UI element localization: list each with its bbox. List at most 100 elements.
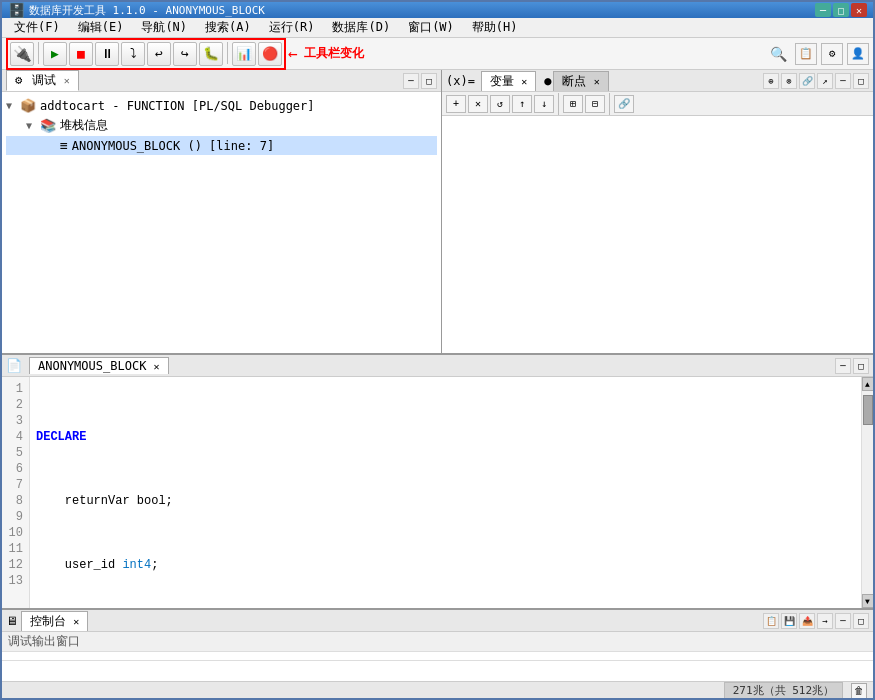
debug-panel-maximize[interactable]: □ [421,73,437,89]
code-line-2: returnVar bool; [36,493,855,509]
code-panel-minimize[interactable]: ─ [835,358,851,374]
tree-frame-item[interactable]: ≡ ANONYMOUS_BLOCK () [line: 7] [6,136,437,155]
toolbar-settings-btn[interactable]: ⚙ [821,43,843,65]
toolbar-right-icons: 🔍 📋 ⚙ 👤 [766,43,869,65]
toolbar-debug-toggle-btn[interactable]: 🐛 [199,42,223,66]
var-tab-variables[interactable]: 变量 ✕ [481,71,536,91]
bp-tab-prefix: ● [544,74,551,88]
var-toolbar-btn2[interactable]: ⊗ [781,73,797,89]
var-add-btn[interactable]: + [446,95,466,113]
menu-file[interactable]: 文件(F) [6,18,68,37]
var-panel: (x)= 变量 ✕ ● 断点 ✕ ⊕ ⊗ [442,70,873,353]
console-minimize-btn[interactable]: ─ [835,613,851,629]
close-button[interactable]: ✕ [851,3,867,17]
menu-nav[interactable]: 导航(N) [133,18,195,37]
status-icon[interactable]: 🗑 [851,683,867,699]
menu-database[interactable]: 数据库(D) [324,18,398,37]
var-toolbar-btn3[interactable]: 🔗 [799,73,815,89]
code-text-3a: user_id [36,557,122,573]
console-output-label: 调试输出窗口 [2,632,873,652]
console-panel: 🖥 控制台 ✕ 📋 💾 📤 → ─ □ 调试输出窗口 [2,610,873,681]
main-area: ⚙ 调试 ✕ ─ □ ▼ 📦 addtocart - FUNCTION [PL/ [2,70,873,681]
var-link-btn[interactable]: 🔗 [614,95,634,113]
code-content[interactable]: DECLARE returnVar bool; user_id int4; pr… [30,377,861,608]
code-tab-close[interactable]: ✕ [154,361,160,372]
code-tab-bar: 📄 ANONYMOUS_BLOCK ✕ ─ □ [2,355,873,377]
toolbar-pref-btn[interactable]: 📋 [795,43,817,65]
tree-root-item[interactable]: ▼ 📦 addtocart - FUNCTION [PL/SQL Debugge… [6,96,437,115]
var-expand-btn[interactable]: ⊞ [563,95,583,113]
code-tab-label: ANONYMOUS_BLOCK [38,359,146,373]
tree-root-icon: 📦 [20,98,36,113]
var-tab-var-close[interactable]: ✕ [521,76,527,87]
toolbar-step-out-btn[interactable]: ↪ [173,42,197,66]
console-input-field[interactable] [2,661,873,681]
scroll-down-btn[interactable]: ▼ [862,594,874,608]
line-numbers: 1 2 3 4 5 6 7 8 9 10 11 12 13 [2,377,30,608]
toolbar-stop-btn[interactable]: ■ [69,42,93,66]
scroll-thumb[interactable] [863,395,873,425]
var-tab-breakpoints[interactable]: 断点 ✕ [553,71,608,91]
title-bar-controls: ─ □ ✕ [815,3,867,17]
toolbar-bp-btn[interactable]: 🔴 [258,42,282,66]
menu-window[interactable]: 窗口(W) [400,18,462,37]
debug-panel-minimize[interactable]: ─ [403,73,419,89]
toolbar-connect-btn[interactable]: 🔌 [10,42,34,66]
tree-root-label: addtocart - FUNCTION [PL/SQL Debugger] [40,99,315,113]
code-tab-anonymous[interactable]: ANONYMOUS_BLOCK ✕ [29,357,169,374]
line-num-5: 5 [8,445,23,461]
debug-tab[interactable]: ⚙ 调试 ✕ [6,70,79,91]
console-tab-close[interactable]: ✕ [73,616,79,627]
minimize-button[interactable]: ─ [815,3,831,17]
var-panel-minimize[interactable]: ─ [835,73,851,89]
var-down-btn[interactable]: ↓ [534,95,554,113]
var-toolbar: + ✕ ↺ ↑ ↓ ⊞ ⊟ 🔗 [442,92,873,116]
console-tab[interactable]: 控制台 ✕ [21,611,88,631]
console-copy-btn[interactable]: 📋 [763,613,779,629]
var-up-btn[interactable]: ↑ [512,95,532,113]
console-save-btn[interactable]: 💾 [781,613,797,629]
line-num-4: 4 [8,429,23,445]
var-toolbar-btn1[interactable]: ⊕ [763,73,779,89]
var-refresh-btn[interactable]: ↺ [490,95,510,113]
line-num-11: 11 [8,541,23,557]
code-scrollbar[interactable]: ▲ ▼ [861,377,873,608]
var-separator [558,93,559,115]
var-tab-bar: (x)= 变量 ✕ ● 断点 ✕ ⊕ ⊗ [442,70,873,92]
console-input-area[interactable] [2,660,873,681]
debug-tab-close[interactable]: ✕ [64,75,70,86]
code-panel-controls: ─ □ [835,358,869,374]
code-text-3b: int4 [122,557,151,573]
tree-stack-item[interactable]: ▼ 📚 堆栈信息 [6,115,437,136]
toolbar-var-btn[interactable]: 📊 [232,42,256,66]
var-panel-controls: ⊕ ⊗ 🔗 ↗ ─ □ [763,73,869,89]
toolbar-user-btn[interactable]: 👤 [847,43,869,65]
code-kw-declare: DECLARE [36,429,86,445]
debug-tab-label: 调试 [32,73,56,87]
var-content [442,116,873,353]
menu-run[interactable]: 运行(R) [261,18,323,37]
var-toolbar-btn4[interactable]: ↗ [817,73,833,89]
search-icon[interactable]: 🔍 [766,44,791,64]
toolbar-separator-1 [38,42,39,64]
toolbar-run-btn[interactable]: ▶ [43,42,67,66]
var-collapse-btn[interactable]: ⊟ [585,95,605,113]
menu-edit[interactable]: 编辑(E) [70,18,132,37]
maximize-button[interactable]: □ [833,3,849,17]
var-del-btn[interactable]: ✕ [468,95,488,113]
scroll-up-btn[interactable]: ▲ [862,377,874,391]
toolbar-step-into-btn[interactable]: ↩ [147,42,171,66]
var-tab-bp-close[interactable]: ✕ [594,76,600,87]
var-panel-maximize[interactable]: □ [853,73,869,89]
console-arrow-btn[interactable]: → [817,613,833,629]
menu-search[interactable]: 搜索(A) [197,18,259,37]
console-maximize-btn[interactable]: □ [853,613,869,629]
menu-help[interactable]: 帮助(H) [464,18,526,37]
toolbar-pause-btn[interactable]: ⏸ [95,42,119,66]
code-panel-maximize[interactable]: □ [853,358,869,374]
toolbar-separator-2 [227,42,228,64]
app-icon: 🗄️ [8,2,25,18]
console-export-btn[interactable]: 📤 [799,613,815,629]
tree-stack-label: 堆栈信息 [60,117,108,134]
toolbar-step-over-btn[interactable]: ⤵ [121,42,145,66]
